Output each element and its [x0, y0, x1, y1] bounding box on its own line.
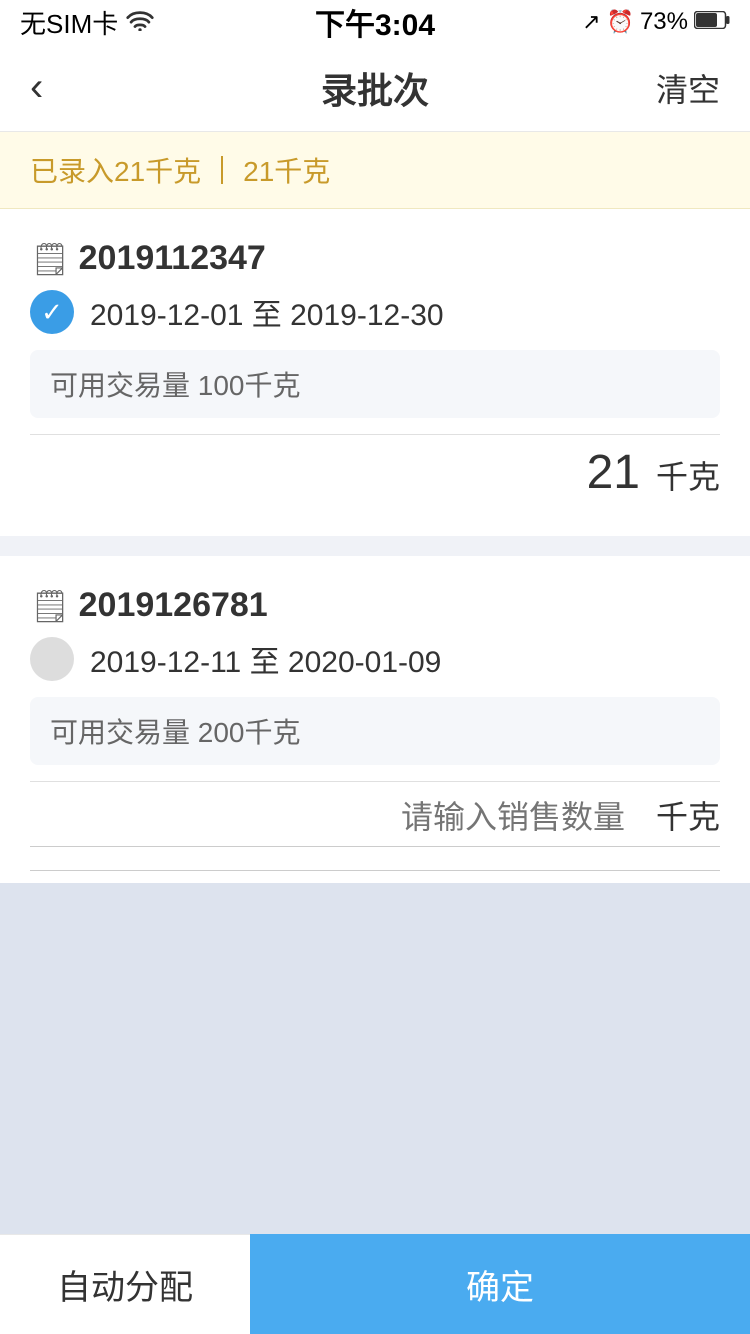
status-bar: 无SIM卡 下午3:04 ↗ ⏰ 73% — [0, 0, 750, 44]
batch1-amount-unit: 千克 — [656, 452, 720, 498]
batch1-radio[interactable]: ✓ — [30, 290, 74, 334]
nav-bar: ‹ 录批次 清空 — [0, 44, 750, 132]
total-amount: 21千克 — [243, 150, 330, 190]
confirm-button[interactable]: 确定 — [250, 1234, 750, 1334]
battery-text: 73% — [640, 8, 688, 36]
batch2-input-row: 千克 — [30, 792, 720, 838]
section-gap-1 — [0, 536, 750, 556]
batch2-icon: 🗒 — [30, 587, 71, 625]
recorded-amount: 已录入21千克 — [30, 150, 201, 190]
batch2-card: 🗒 2019126781 2019-12-11 至 2020-01-09 可用交… — [0, 556, 750, 883]
status-right: ↗ ⏰ 73% — [582, 8, 730, 36]
auto-distribute-button[interactable]: 自动分配 — [0, 1234, 250, 1334]
batch2-date-row: 2019-12-11 至 2020-01-09 — [30, 637, 720, 681]
batch2-header: 🗒 2019126781 — [30, 586, 720, 625]
batch1-header: 🗒 2019112347 — [30, 239, 720, 278]
batch1-amount-value: 21 — [587, 445, 640, 500]
batch1-available: 可用交易量 100千克 — [30, 350, 720, 418]
batch1-id: 2019112347 — [79, 239, 266, 278]
batch2-id: 2019126781 — [79, 586, 268, 625]
batch1-card: 🗒 2019112347 ✓ 2019-12-01 至 2019-12-30 可… — [0, 209, 750, 536]
batch1-date-range: 2019-12-01 至 2019-12-30 — [90, 290, 444, 334]
info-banner: 已录入21千克 21千克 — [0, 132, 750, 209]
wifi-icon — [126, 7, 154, 38]
back-button[interactable]: ‹ — [30, 65, 90, 110]
location-icon: ↗ — [582, 9, 600, 35]
batch2-date-range: 2019-12-11 至 2020-01-09 — [90, 637, 441, 681]
batch2-qty-input[interactable] — [30, 799, 640, 836]
status-left: 无SIM卡 — [20, 4, 154, 41]
batch2-available: 可用交易量 200千克 — [30, 697, 720, 765]
batch2-radio[interactable] — [30, 637, 74, 681]
banner-divider — [221, 156, 223, 184]
batch1-icon: 🗒 — [30, 240, 71, 278]
clear-button[interactable]: 清空 — [656, 65, 720, 111]
batch1-amount-row: 21 千克 — [30, 435, 720, 516]
batch1-date-row: ✓ 2019-12-01 至 2019-12-30 — [30, 290, 720, 334]
input-underline — [30, 846, 720, 847]
batch2-divider — [30, 781, 720, 782]
content-wrapper: ‹ 录批次 清空 已录入21千克 21千克 🗒 2019112347 ✓ 201… — [0, 44, 750, 1334]
page-title: 录批次 — [321, 62, 429, 114]
alarm-icon: ⏰ — [607, 9, 634, 35]
carrier-text: 无SIM卡 — [20, 4, 118, 41]
batch2-unit: 千克 — [656, 792, 720, 838]
battery-icon — [694, 8, 730, 36]
bottom-buttons: 自动分配 确定 — [0, 1234, 750, 1334]
status-time: 下午3:04 — [315, 0, 435, 44]
check-icon: ✓ — [41, 297, 63, 328]
